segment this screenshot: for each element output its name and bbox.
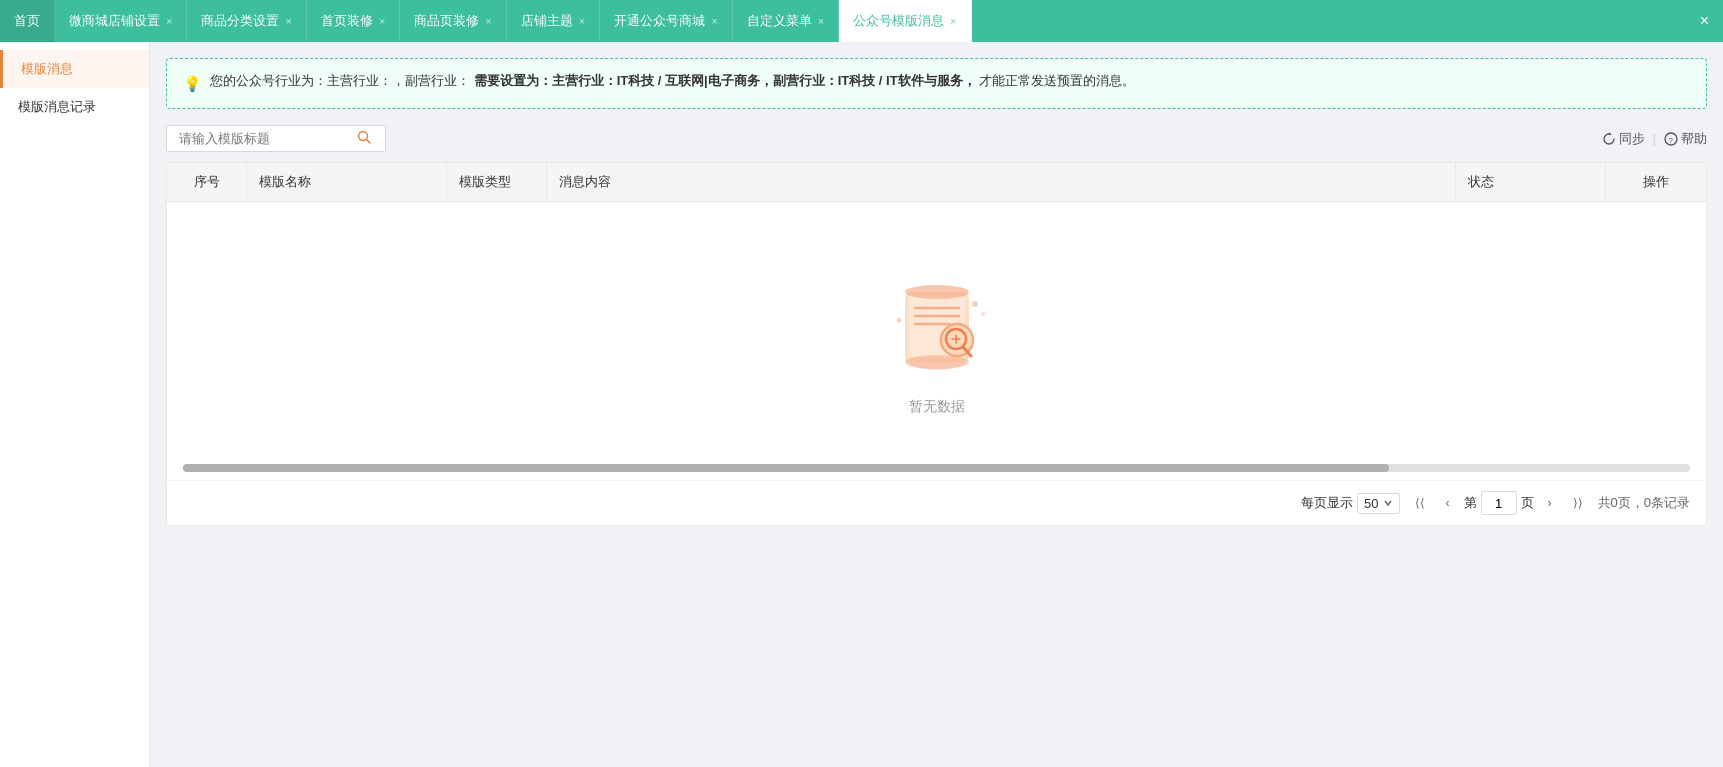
page-last-button[interactable]: ⟩⟩	[1566, 491, 1590, 515]
scrollbar-track[interactable]	[183, 464, 1690, 472]
nav-tab-label: 首页装修	[321, 12, 373, 30]
page-size-value: 50	[1364, 496, 1378, 511]
notice-icon: 💡	[183, 72, 202, 96]
page-first-button[interactable]: ⟨⟨	[1408, 491, 1432, 515]
svg-point-11	[905, 355, 969, 369]
nav-tab-open-mall[interactable]: 开通公众号商城 ×	[600, 0, 732, 42]
toolbar-divider: |	[1653, 131, 1656, 146]
close-icon[interactable]: ×	[166, 15, 172, 27]
search-button[interactable]	[355, 128, 373, 149]
nav-tab-label: 店铺主题	[521, 12, 573, 30]
sidebar: 模版消息 模版消息记录	[0, 42, 150, 767]
page-nav: ⟨⟨ ‹ 第 页 › ⟩⟩	[1408, 491, 1590, 515]
nav-tab-label: 公众号模版消息	[853, 12, 944, 30]
page-size-select: 每页显示 50	[1301, 493, 1399, 514]
close-all-icon: ×	[1700, 12, 1709, 30]
th-content: 消息内容	[547, 163, 1456, 201]
nav-tab-label: 商品分类设置	[201, 12, 279, 30]
empty-illustration	[877, 262, 997, 382]
sync-label: 同步	[1619, 130, 1645, 148]
page-size-label: 每页显示	[1301, 494, 1353, 512]
help-button[interactable]: ? 帮助	[1664, 130, 1707, 148]
sidebar-item-label: 模版消息记录	[18, 99, 96, 114]
svg-text:?: ?	[1669, 135, 1674, 144]
content-area: 💡 您的公众号行业为：主营行业：，副营行业： 需要设置为：主营行业：IT科技 /…	[150, 42, 1723, 767]
scrollbar-thumb[interactable]	[183, 464, 1389, 472]
close-icon[interactable]: ×	[579, 15, 585, 27]
notice-box: 💡 您的公众号行业为：主营行业：，副营行业： 需要设置为：主营行业：IT科技 /…	[166, 58, 1707, 109]
close-icon[interactable]: ×	[950, 15, 956, 27]
nav-tab-template-msg[interactable]: 公众号模版消息 ×	[839, 0, 971, 42]
notice-suffix: 才能正常发送预置的消息。	[979, 73, 1135, 88]
chevron-down-icon	[1383, 498, 1393, 508]
page-number-input[interactable]	[1481, 491, 1517, 515]
sync-icon	[1602, 132, 1616, 146]
th-status: 状态	[1456, 163, 1606, 201]
nav-tab-product-decor[interactable]: 商品页装修 ×	[400, 0, 506, 42]
notice-text: 您的公众号行业为：主营行业：，副营行业： 需要设置为：主营行业：IT科技 / 互…	[210, 71, 1690, 92]
page-next-button[interactable]: ›	[1538, 491, 1562, 515]
nav-tab-category-settings[interactable]: 商品分类设置 ×	[187, 0, 306, 42]
sync-button[interactable]: 同步	[1602, 130, 1645, 148]
search-input-wrap[interactable]	[166, 125, 386, 152]
pagination-total-info: 共0页，0条记录	[1598, 494, 1690, 512]
table-header: 序号 模版名称 模版类型 消息内容 状态 操作	[167, 163, 1706, 202]
th-index: 序号	[167, 163, 247, 201]
search-icon	[357, 130, 371, 144]
nav-tab-store-theme[interactable]: 店铺主题 ×	[507, 0, 600, 42]
notice-prefix: 您的公众号行业为：主营行业：，副营行业：	[210, 73, 470, 88]
search-bar: 同步 | ? 帮助	[166, 125, 1707, 152]
empty-state: 暂无数据	[167, 202, 1706, 456]
page-label-before: 第	[1464, 494, 1477, 512]
page-prev-button[interactable]: ‹	[1436, 491, 1460, 515]
help-label: 帮助	[1681, 130, 1707, 148]
search-input[interactable]	[175, 126, 355, 151]
svg-point-10	[905, 285, 969, 299]
nav-tab-home[interactable]: 首页	[0, 0, 55, 42]
close-icon[interactable]: ×	[485, 15, 491, 27]
sidebar-item-template-msg-record[interactable]: 模版消息记录	[0, 88, 149, 126]
pagination: 每页显示 50 ⟨⟨ ‹ 第 页 › ⟩⟩	[167, 480, 1706, 525]
nav-tab-custom-menu[interactable]: 自定义菜单 ×	[733, 0, 839, 42]
svg-point-18	[981, 312, 985, 316]
th-name: 模版名称	[247, 163, 447, 201]
close-icon[interactable]: ×	[285, 15, 291, 27]
sidebar-item-template-msg[interactable]: 模版消息	[0, 50, 149, 88]
toolbar-right: 同步 | ? 帮助	[1602, 130, 1707, 148]
top-nav: 首页 微商城店铺设置 × 商品分类设置 × 首页装修 × 商品页装修 × 店铺主…	[0, 0, 1723, 42]
nav-tab-label: 微商城店铺设置	[69, 12, 160, 30]
page-size-dropdown[interactable]: 50	[1357, 493, 1399, 514]
th-type: 模版类型	[447, 163, 547, 201]
svg-line-1	[367, 140, 371, 144]
close-icon[interactable]: ×	[379, 15, 385, 27]
nav-tab-label: 首页	[14, 12, 40, 30]
scrollbar-area	[167, 456, 1706, 480]
help-icon: ?	[1664, 132, 1678, 146]
svg-point-19	[896, 318, 901, 323]
close-all-button[interactable]: ×	[1686, 0, 1723, 42]
main-layout: 模版消息 模版消息记录 💡 您的公众号行业为：主营行业：，副营行业： 需要设置为…	[0, 42, 1723, 767]
nav-tab-label: 商品页装修	[414, 12, 479, 30]
nav-tab-store-settings[interactable]: 微商城店铺设置 ×	[55, 0, 187, 42]
th-action: 操作	[1606, 163, 1706, 201]
page-label-after: 页	[1521, 494, 1534, 512]
nav-tab-label: 自定义菜单	[747, 12, 812, 30]
close-icon[interactable]: ×	[711, 15, 717, 27]
empty-text: 暂无数据	[909, 398, 965, 416]
nav-tab-homepage-decor[interactable]: 首页装修 ×	[307, 0, 400, 42]
data-table: 序号 模版名称 模版类型 消息内容 状态 操作	[166, 162, 1707, 526]
sidebar-item-label: 模版消息	[21, 61, 73, 76]
close-icon[interactable]: ×	[818, 15, 824, 27]
svg-point-17	[972, 301, 978, 307]
nav-tab-label: 开通公众号商城	[614, 12, 705, 30]
notice-highlight: 需要设置为：主营行业：IT科技 / 互联网|电子商务，副营行业：IT科技 / I…	[474, 73, 976, 88]
